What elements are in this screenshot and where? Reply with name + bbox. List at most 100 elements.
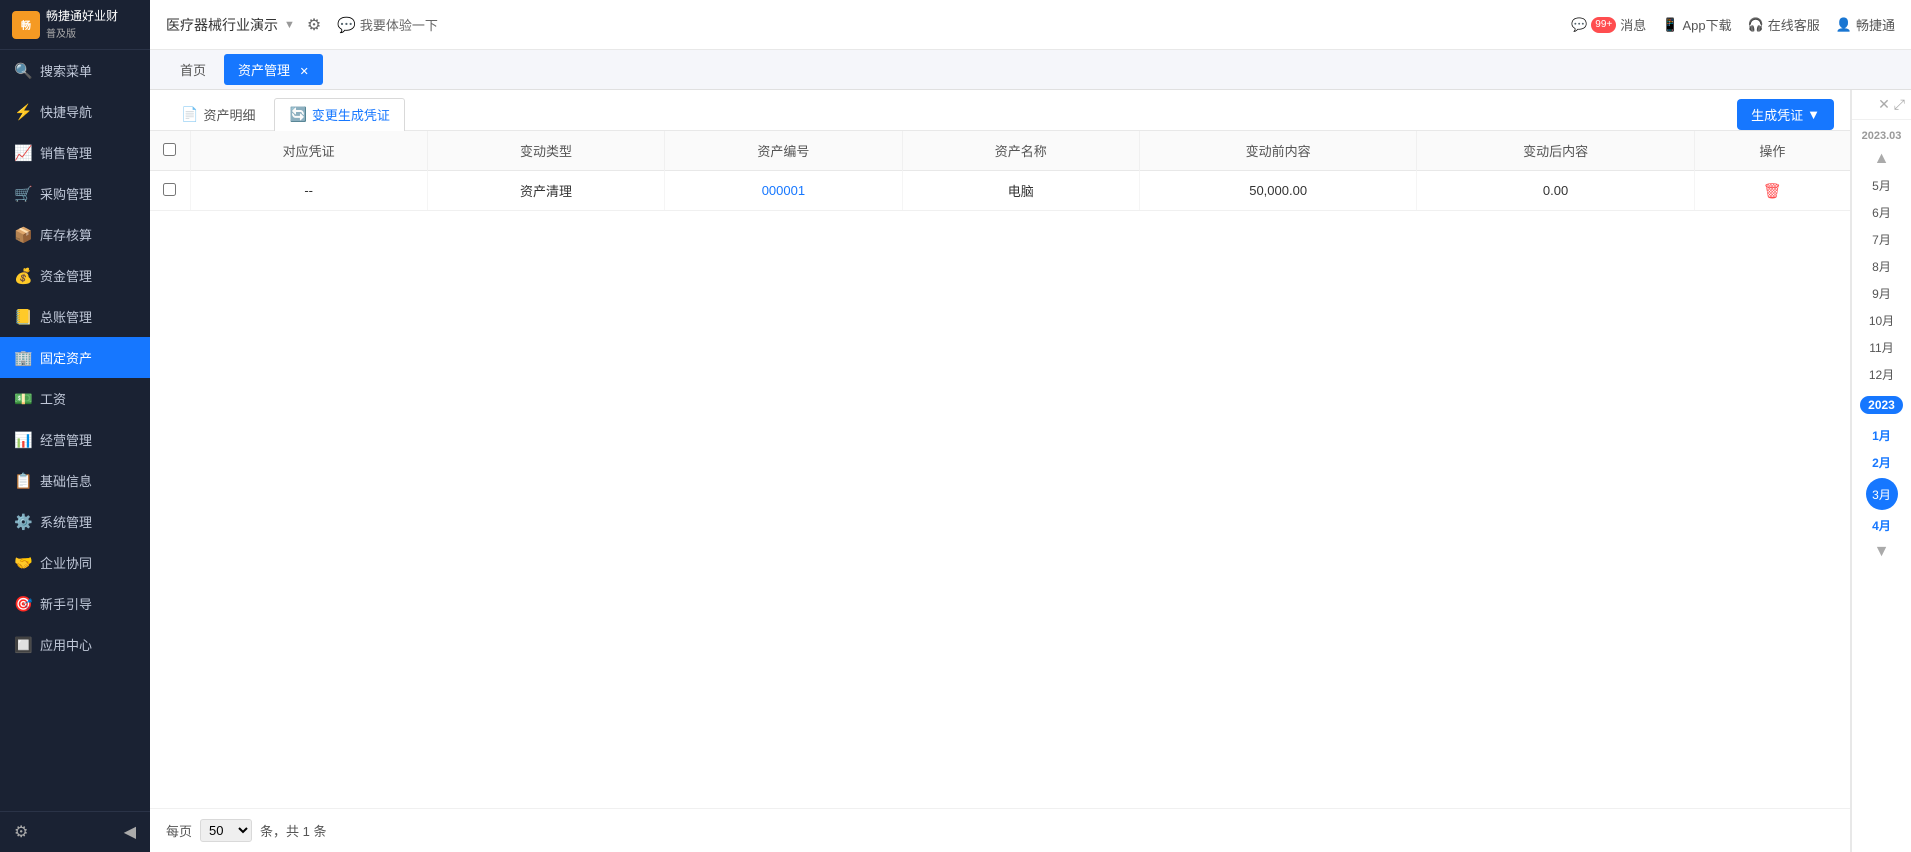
operations-icon: 📊	[14, 431, 32, 449]
header-checkbox-cell	[150, 131, 190, 171]
sidebar-item-quick-nav[interactable]: ⚡ 快捷导航	[0, 91, 150, 132]
sidebar-item-basics[interactable]: 📋 基础信息	[0, 460, 150, 501]
company-dropdown-arrow: ▼	[284, 19, 295, 31]
sidebar-item-sales[interactable]: 📈 销售管理	[0, 132, 150, 173]
sidebar-item-guide[interactable]: 🎯 新手引导	[0, 583, 150, 624]
timeline-month-apr[interactable]: 4月	[1852, 512, 1911, 539]
tab-home-label: 首页	[180, 63, 206, 78]
company-selector[interactable]: 医疗器械行业演示 ▼	[166, 15, 295, 35]
timeline-month-9[interactable]: 9月	[1852, 280, 1911, 307]
timeline-month-5[interactable]: 5月	[1852, 172, 1911, 199]
sidebar-item-search[interactable]: 🔍 搜索菜单	[0, 50, 150, 91]
basics-icon: 📋	[14, 472, 32, 490]
timeline-month-12[interactable]: 12月	[1852, 361, 1911, 388]
customer-service-label: 在线客服	[1768, 15, 1820, 34]
sidebar-item-label: 固定资产	[40, 348, 92, 367]
search-icon: 🔍	[14, 62, 32, 80]
settings-icon[interactable]: ⚙	[14, 822, 28, 842]
header-change-type: 变动类型	[427, 131, 664, 171]
user-button[interactable]: 👤 畅捷通	[1836, 15, 1895, 34]
delete-icon[interactable]: 🗑	[1763, 183, 1782, 200]
topbar-right: 💬 99+ 消息 📱 App下载 🎧 在线客服 👤 畅捷通	[1571, 15, 1895, 34]
generate-voucher-button[interactable]: 生成凭证 ▼	[1737, 99, 1834, 130]
finance-icon: 💰	[14, 267, 32, 285]
sidebar-item-ledger[interactable]: 📒 总账管理	[0, 296, 150, 337]
ledger-icon: 📒	[14, 308, 32, 326]
tab-close-icon[interactable]: ✕	[300, 66, 309, 78]
sidebar-item-label: 经营管理	[40, 430, 92, 449]
collapse-icon[interactable]: ◀	[124, 822, 136, 842]
sidebar-item-label: 企业协同	[40, 553, 92, 572]
timeline-up-button[interactable]: ▲	[1852, 146, 1911, 172]
timeline-month-7[interactable]: 7月	[1852, 226, 1911, 253]
header-asset-no: 资产编号	[665, 131, 902, 171]
timeline-year-badge[interactable]: 2023	[1860, 396, 1903, 414]
content-area: 📄 资产明细 🔄 变更生成凭证 生成凭证 ▼	[150, 90, 1911, 852]
select-all-checkbox[interactable]	[163, 143, 176, 156]
messages-button[interactable]: 💬 99+ 消息	[1571, 15, 1646, 34]
row-asset-name: 电脑	[902, 171, 1139, 211]
sidebar-item-payroll[interactable]: 💵 工资	[0, 378, 150, 419]
sidebar-item-label: 资金管理	[40, 266, 92, 285]
row-checkbox[interactable]	[163, 183, 176, 196]
sidebar-item-label: 应用中心	[40, 635, 92, 654]
timeline-month-mar[interactable]: 3月	[1866, 478, 1898, 510]
feedback-button[interactable]: 💬 我要体验一下	[337, 15, 438, 34]
change-voucher-icon: 🔄	[289, 106, 306, 123]
timeline-month-jan[interactable]: 1月	[1852, 422, 1911, 449]
topbar-gear-icon[interactable]: ⚙	[307, 15, 321, 35]
row-voucher: --	[190, 171, 427, 211]
header-voucher: 对应凭证	[190, 131, 427, 171]
right-panel: ✕ ⤢ 2023.03 ▲ 5月 6月 7月 8月	[1851, 90, 1911, 852]
asset-detail-icon: 📄	[181, 106, 198, 123]
sidebar-item-label: 系统管理	[40, 512, 92, 531]
sidebar-bottom: ⚙ ◀	[0, 811, 150, 852]
row-change-type: 资产清理	[427, 171, 664, 211]
sidebar-item-label: 库存核算	[40, 225, 92, 244]
sidebar-item-fixed-assets[interactable]: 🏢 固定资产	[0, 337, 150, 378]
app-download-button[interactable]: 📱 App下载	[1662, 15, 1731, 34]
table-wrapper: 对应凭证 变动类型 资产编号 资产名称	[150, 131, 1850, 808]
sub-tab-change-voucher[interactable]: 🔄 变更生成凭证	[274, 98, 404, 131]
customer-service-icon: 🎧	[1748, 17, 1764, 33]
sidebar-item-apps[interactable]: 🔲 应用中心	[0, 624, 150, 665]
row-action: 🗑	[1694, 171, 1850, 211]
timeline-down-button[interactable]: ▼	[1852, 539, 1911, 565]
timeline-month-feb[interactable]: 2月	[1852, 449, 1911, 476]
sidebar-item-finance[interactable]: 💰 资金管理	[0, 255, 150, 296]
topbar: 医疗器械行业演示 ▼ ⚙ 💬 我要体验一下 💬 99+ 消息 📱 App下载 🎧…	[150, 0, 1911, 50]
asset-table: 对应凭证 变动类型 资产编号 资产名称	[150, 131, 1850, 211]
timeline-month-11[interactable]: 11月	[1852, 334, 1911, 361]
panel-expand-button[interactable]: ⤢	[1894, 96, 1905, 113]
system-icon: ⚙️	[14, 513, 32, 531]
customer-service-button[interactable]: 🎧 在线客服	[1748, 15, 1820, 34]
header-asset-name: 资产名称	[902, 131, 1139, 171]
sidebar-item-system[interactable]: ⚙️ 系统管理	[0, 501, 150, 542]
sidebar: 畅 畅捷通好业财 普及版 🔍 搜索菜单 ⚡ 快捷导航 📈 销售管理 🛒 采购管理	[0, 0, 150, 852]
sub-tabs: 📄 资产明细 🔄 变更生成凭证	[150, 90, 421, 130]
sidebar-item-inventory[interactable]: 📦 库存核算	[0, 214, 150, 255]
logo-edition: 普及版	[46, 25, 118, 40]
sidebar-item-purchase[interactable]: 🛒 采购管理	[0, 173, 150, 214]
sales-icon: 📈	[14, 144, 32, 162]
sidebar-item-enterprise[interactable]: 🤝 企业协同	[0, 542, 150, 583]
messages-icon: 💬	[1571, 17, 1587, 33]
logo-text: 畅	[21, 17, 31, 32]
page-size-select[interactable]: 50 10 20 100	[200, 819, 252, 842]
timeline-month-8[interactable]: 8月	[1852, 253, 1911, 280]
feedback-label: 我要体验一下	[360, 15, 438, 34]
tab-asset-management[interactable]: 资产管理 ✕	[224, 54, 323, 85]
timeline-month-10[interactable]: 10月	[1852, 307, 1911, 334]
sub-tab-asset-detail[interactable]: 📄 资产明细	[166, 98, 270, 130]
sidebar-item-label: 新手引导	[40, 594, 92, 613]
timeline-month-6[interactable]: 6月	[1852, 199, 1911, 226]
sidebar-item-operations[interactable]: 📊 经营管理	[0, 419, 150, 460]
inventory-icon: 📦	[14, 226, 32, 244]
panel-close-button[interactable]: ✕	[1878, 96, 1890, 113]
messages-label: 消息	[1620, 15, 1646, 34]
sidebar-item-label: 工资	[40, 389, 66, 408]
sub-tab-change-voucher-label: 变更生成凭证	[312, 105, 390, 124]
tab-home[interactable]: 首页	[166, 54, 220, 85]
sidebar-item-label: 销售管理	[40, 143, 92, 162]
user-label: 畅捷通	[1856, 15, 1895, 34]
